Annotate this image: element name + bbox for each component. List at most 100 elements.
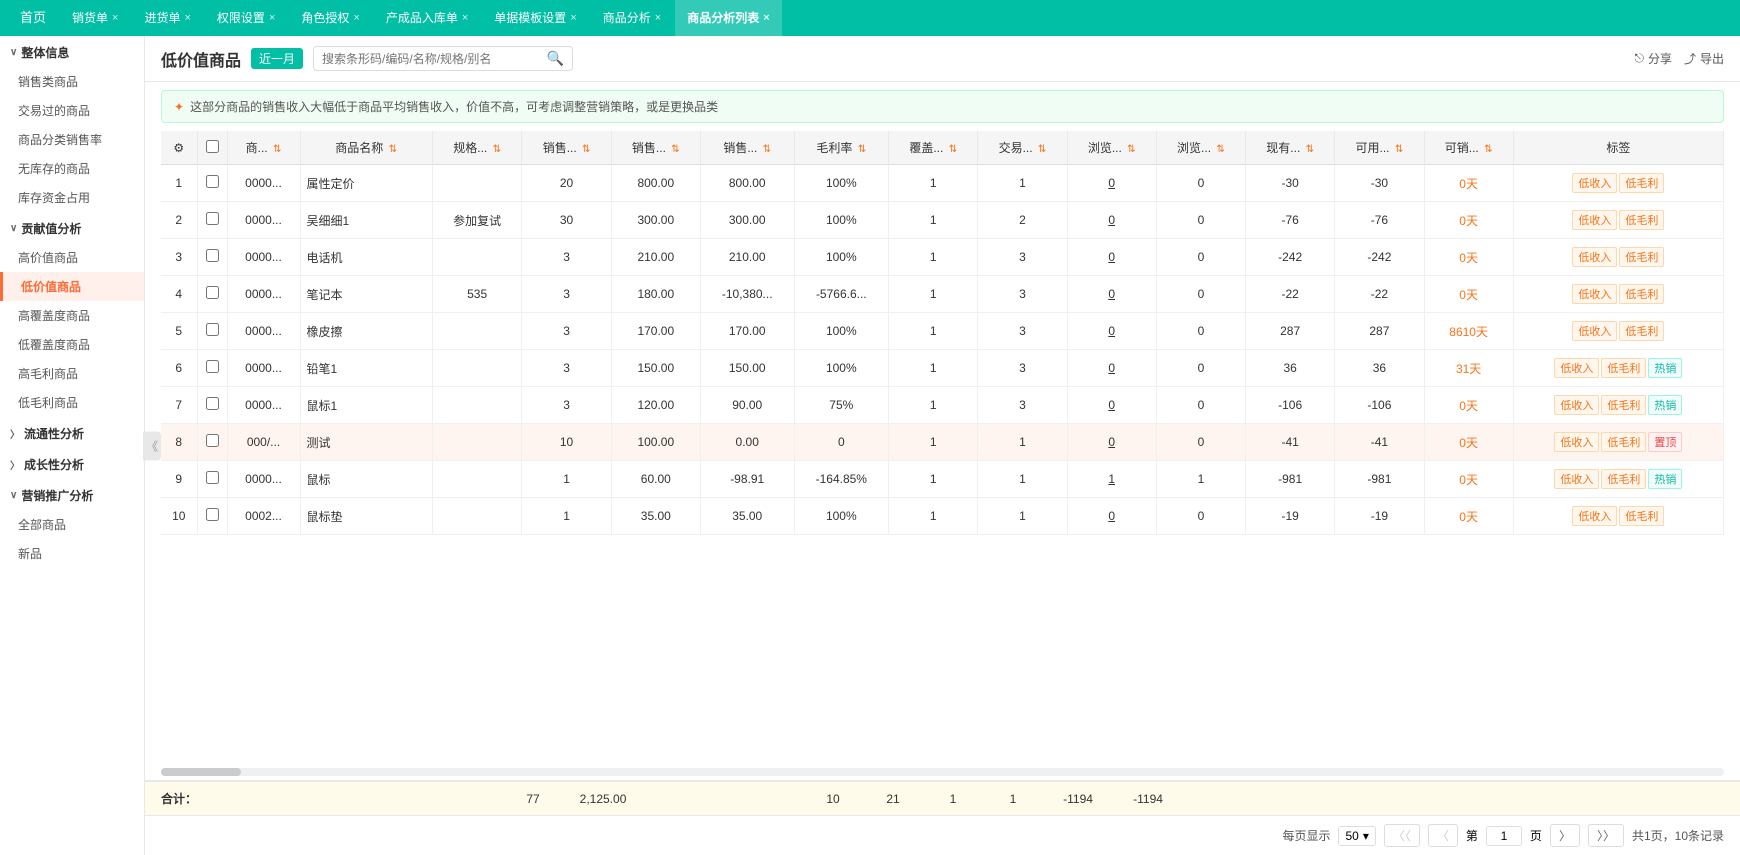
nav-template[interactable]: 单据模板设置 × (482, 0, 588, 36)
nav-role[interactable]: 角色授权 × (289, 0, 371, 36)
col-stock[interactable]: 现有... ⇅ (1246, 131, 1335, 165)
col-trade[interactable]: 交易... ⇅ (978, 131, 1067, 165)
col-sales[interactable]: 销售... ⇅ (700, 131, 794, 165)
cell-stock: -981 (1246, 461, 1335, 498)
nav-purchase-order[interactable]: 进货单 × (132, 0, 202, 36)
col-avail[interactable]: 可用... ⇅ (1335, 131, 1424, 165)
sidebar-item-category-sales[interactable]: 商品分类销售率 (0, 125, 144, 154)
sidebar-item-high-margin[interactable]: 高毛利商品 (0, 359, 144, 388)
export-button[interactable]: ⤴ 导出 (1684, 50, 1724, 67)
row-checkbox[interactable] (206, 249, 219, 262)
sidebar-group-general[interactable]: ∨ 整体信息 (0, 36, 144, 67)
sidebar-item-low-value[interactable]: 低价值商品 (0, 272, 144, 301)
nav-close-analysis-list[interactable]: × (763, 0, 769, 36)
view1-link[interactable]: 0 (1108, 509, 1115, 523)
search-icon[interactable]: 🔍 (547, 50, 564, 67)
search-input[interactable] (322, 52, 541, 66)
view1-link[interactable]: 1 (1108, 472, 1115, 486)
sidebar-item-high-coverage[interactable]: 高覆盖度商品 (0, 301, 144, 330)
nav-product-analysis[interactable]: 商品分析 × (591, 0, 673, 36)
time-filter-button[interactable]: 近一月 (251, 48, 303, 69)
cell-avail: -242 (1335, 239, 1424, 276)
view1-link[interactable]: 0 (1108, 435, 1115, 449)
col-margin[interactable]: 毛利率 ⇅ (794, 131, 889, 165)
cell-margin: 100% (794, 498, 889, 535)
cell-view2: 0 (1156, 276, 1245, 313)
total-view1: 1 (923, 792, 983, 806)
col-code[interactable]: 商... ⇅ (227, 131, 300, 165)
sidebar-item-high-value[interactable]: 高价值商品 (0, 243, 144, 272)
sidebar-item-all-products[interactable]: 全部商品 (0, 510, 144, 539)
col-price[interactable]: 销售... ⇅ (611, 131, 700, 165)
col-spec[interactable]: 规格... ⇅ (432, 131, 522, 165)
row-checkbox[interactable] (206, 286, 219, 299)
view1-link[interactable]: 0 (1108, 250, 1115, 264)
cell-stock: 287 (1246, 313, 1335, 350)
sidebar-item-new-products[interactable]: 新品 (0, 539, 144, 568)
nav-close-sales[interactable]: × (112, 0, 118, 36)
nav-close-purchase[interactable]: × (184, 0, 190, 36)
nav-home[interactable]: 首页 (8, 0, 58, 36)
sidebar-item-no-stock[interactable]: 无库存的商品 (0, 154, 144, 183)
sidebar-item-low-margin[interactable]: 低毛利商品 (0, 388, 144, 417)
col-settings[interactable]: ⚙ (161, 131, 197, 165)
tag: 低收入 (1554, 395, 1599, 415)
col-view2[interactable]: 浏览... ⇅ (1156, 131, 1245, 165)
next-page-button[interactable]: 〉 (1550, 824, 1580, 847)
table-row: 3 0000... 电话机 3 210.00 210.00 100% 1 3 0… (161, 239, 1724, 276)
col-qty[interactable]: 销售... ⇅ (522, 131, 611, 165)
nav-close-production[interactable]: × (462, 0, 468, 36)
first-page-button[interactable]: 〈〈 (1384, 824, 1420, 847)
nav-production[interactable]: 产成品入库单 × (374, 0, 480, 36)
sidebar-group-contribution[interactable]: ∨ 贡献值分析 (0, 212, 144, 243)
row-checkbox[interactable] (206, 508, 219, 521)
cell-spec (432, 313, 522, 350)
tag: 低收入 (1572, 173, 1617, 193)
cell-trade: 3 (978, 239, 1067, 276)
row-checkbox[interactable] (206, 175, 219, 188)
cell-price: 300.00 (611, 202, 700, 239)
nav-close-template[interactable]: × (570, 0, 576, 36)
last-page-button[interactable]: 〉〉 (1588, 824, 1624, 847)
row-checkbox[interactable] (206, 323, 219, 336)
cell-qty: 1 (522, 461, 611, 498)
sidebar-collapse-button[interactable]: 《 (143, 431, 161, 460)
select-all-checkbox[interactable] (206, 140, 219, 153)
horizontal-scrollbar[interactable] (161, 768, 1724, 776)
col-view1[interactable]: 浏览... ⇅ (1067, 131, 1156, 165)
view1-link[interactable]: 0 (1108, 361, 1115, 375)
sidebar-item-traded-products[interactable]: 交易过的商品 (0, 96, 144, 125)
nav-product-analysis-list[interactable]: 商品分析列表 × (675, 0, 781, 36)
nav-close-analysis[interactable]: × (655, 0, 661, 36)
row-checkbox[interactable] (206, 212, 219, 225)
nav-close-permission[interactable]: × (269, 0, 275, 36)
cell-tags: 低收入低毛利热销 (1513, 387, 1723, 424)
sidebar-group-marketing[interactable]: ∨ 营销推广分析 (0, 479, 144, 510)
sidebar-item-stock-capital[interactable]: 库存资金占用 (0, 183, 144, 212)
row-checkbox[interactable] (206, 434, 219, 447)
view1-link[interactable]: 0 (1108, 324, 1115, 338)
sidebar-group-growth[interactable]: 〉 成长性分析 (0, 448, 144, 479)
view1-link[interactable]: 0 (1108, 176, 1115, 190)
nav-close-role[interactable]: × (353, 0, 359, 36)
share-button[interactable]: ⎋ 分享 (1634, 50, 1672, 67)
prev-page-button[interactable]: 〈 (1428, 824, 1458, 847)
view1-link[interactable]: 0 (1108, 287, 1115, 301)
col-coverage[interactable]: 覆盖... ⇅ (889, 131, 978, 165)
view1-link[interactable]: 0 (1108, 213, 1115, 227)
cell-view1: 0 (1067, 239, 1156, 276)
nav-sales-order[interactable]: 销货单 × (60, 0, 130, 36)
row-checkbox[interactable] (206, 360, 219, 373)
view1-link[interactable]: 0 (1108, 398, 1115, 412)
sidebar-item-low-coverage[interactable]: 低覆盖度商品 (0, 330, 144, 359)
sidebar-group-liquidity[interactable]: 〉 流通性分析 (0, 417, 144, 448)
col-name[interactable]: 商品名称 ⇅ (300, 131, 432, 165)
per-page-select[interactable]: 50 ▾ (1338, 826, 1375, 846)
nav-permission[interactable]: 权限设置 × (205, 0, 287, 36)
row-checkbox[interactable] (206, 397, 219, 410)
row-checkbox[interactable] (206, 471, 219, 484)
col-sellable[interactable]: 可销... ⇅ (1424, 131, 1513, 165)
page-number-input[interactable] (1486, 826, 1522, 846)
sidebar-item-sales-products[interactable]: 销售类商品 (0, 67, 144, 96)
scroll-thumb[interactable] (161, 768, 241, 776)
